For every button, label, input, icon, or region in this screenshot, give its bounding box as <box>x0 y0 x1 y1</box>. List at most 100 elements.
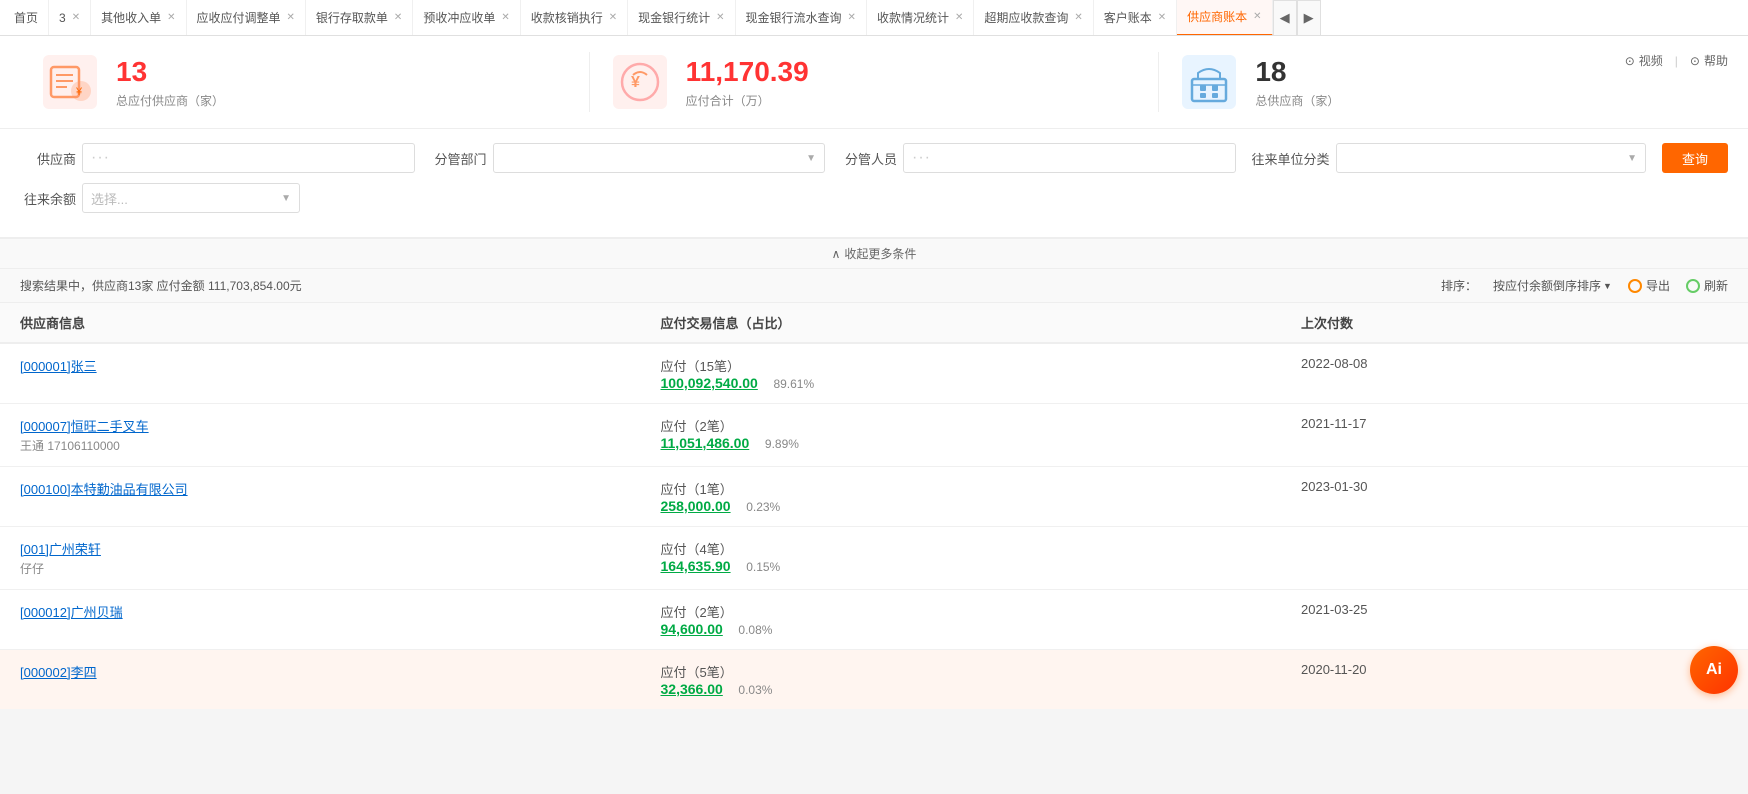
tx-amount[interactable]: 164,635.90 <box>661 558 731 574</box>
refresh-button[interactable]: 刷新 <box>1686 277 1728 294</box>
filter-row-1: 供应商 ··· 分管部门 ▼ 分管人员 ··· 往来单位分类 ▼ 查询 <box>20 143 1728 173</box>
nav-tab-other-income[interactable]: 其他收入单 ✕ <box>91 0 186 36</box>
table-row: [000007]恒旺二手叉车 王通 17106110000 应付（2笔） 11,… <box>0 404 1748 467</box>
tx-label: 应付（5笔） <box>661 662 1302 681</box>
close-icon[interactable]: ✕ <box>1253 11 1261 22</box>
close-icon[interactable]: ✕ <box>394 12 402 23</box>
refresh-icon <box>1686 279 1700 293</box>
tx-amount[interactable]: 258,000.00 <box>661 498 731 514</box>
supplier-link[interactable]: [000002]李四 <box>20 662 661 681</box>
export-button[interactable]: 导出 <box>1628 277 1670 294</box>
close-icon[interactable]: ✕ <box>1158 12 1166 23</box>
help-link[interactable]: ⊙ 帮助 <box>1690 52 1728 69</box>
video-link[interactable]: ⊙ 视频 <box>1625 52 1663 69</box>
category-input[interactable]: ▼ <box>1336 143 1646 173</box>
last-payment-date: 2022-08-08 <box>1301 356 1368 371</box>
summary-card-payable-suppliers: ¥ 13 总应付供应商（家） <box>20 52 589 112</box>
supplier-info-cell: [000001]张三 <box>20 356 661 375</box>
last-payment-date: 2020-11-20 <box>1301 662 1367 677</box>
filter-row-2: 往来余额 选择... ▼ <box>20 183 1728 213</box>
supplier-link[interactable]: [000012]广州贝瑞 <box>20 602 661 621</box>
svg-text:¥: ¥ <box>75 86 83 98</box>
supplier-sub: 王通 17106110000 <box>20 437 661 454</box>
help-icon: ⊙ <box>1690 54 1700 68</box>
chevron-up-icon: ∧ <box>832 247 841 261</box>
last-payment-cell: 2020-11-20 <box>1301 662 1728 677</box>
result-summary-text: 搜索结果中，供应商13家 应付金额 111,703,854.00元 <box>20 277 302 294</box>
supplier-sub: 仔仔 <box>20 560 661 577</box>
tx-pct: 0.03% <box>738 683 772 697</box>
result-bar: 搜索结果中，供应商13家 应付金额 111,703,854.00元 排序： 按应… <box>0 269 1748 303</box>
nav-tab-adjust[interactable]: 应收应付调整单 ✕ <box>187 0 306 36</box>
nav-tab-collection[interactable]: 收款核销执行 ✕ <box>521 0 628 36</box>
filter-person: 分管人员 ··· <box>841 143 1236 173</box>
table-row: [000001]张三 应付（15笔） 100,092,540.00 89.61%… <box>0 344 1748 404</box>
tx-pct: 0.15% <box>746 560 780 574</box>
tx-label: 应付（4笔） <box>661 539 1302 558</box>
tx-amount[interactable]: 100,092,540.00 <box>661 375 758 391</box>
supplier-link[interactable]: [000007]恒旺二手叉车 <box>20 416 661 435</box>
nav-tab-home[interactable]: 首页 <box>4 0 49 36</box>
summary-actions: ⊙ 视频 | ⊙ 帮助 <box>1625 52 1728 69</box>
total-suppliers-icon <box>1179 52 1239 112</box>
close-icon[interactable]: ✕ <box>72 12 80 23</box>
close-icon[interactable]: ✕ <box>955 12 963 23</box>
close-icon[interactable]: ✕ <box>609 12 617 23</box>
tx-amount[interactable]: 94,600.00 <box>661 621 723 637</box>
transaction-cell: 应付（5笔） 32,366.00 0.03% <box>661 662 1302 697</box>
close-icon[interactable]: ✕ <box>848 12 856 23</box>
chevron-down-icon: ▼ <box>806 153 816 164</box>
sort-select[interactable]: 按应付余额倒序排序 ▼ <box>1493 277 1612 294</box>
close-icon[interactable]: ✕ <box>501 12 509 23</box>
supplier-link[interactable]: [000001]张三 <box>20 356 661 375</box>
tx-label: 应付（1笔） <box>661 479 1302 498</box>
filter-supplier: 供应商 ··· <box>20 143 415 173</box>
filter-balance: 往来余额 选择... ▼ <box>20 183 300 213</box>
supplier-link[interactable]: [000100]本特勤油品有限公司 <box>20 479 661 498</box>
export-icon <box>1628 279 1642 293</box>
nav-tab-customer-ledger[interactable]: 客户账本 ✕ <box>1094 0 1177 36</box>
last-payment-cell: 2021-03-25 <box>1301 602 1728 617</box>
nav-prev-arrow[interactable]: ◀ <box>1273 0 1297 36</box>
nav-tab-cash-flow[interactable]: 现金银行流水查询 ✕ <box>736 0 867 36</box>
supplier-input[interactable]: ··· <box>82 143 415 173</box>
close-icon[interactable]: ✕ <box>1074 12 1082 23</box>
summary-section: ¥ 13 总应付供应商（家） ¥ 11,170.39 应付合计（万） <box>0 36 1748 129</box>
col-header-last-payment: 上次付数 <box>1301 313 1728 332</box>
collapse-bar[interactable]: ∧ 收起更多条件 <box>0 238 1748 269</box>
person-input[interactable]: ··· <box>903 143 1236 173</box>
nav-tab-payment-stat[interactable]: 收款情况统计 ✕ <box>867 0 974 36</box>
supplier-info-cell: [000012]广州贝瑞 <box>20 602 661 621</box>
nav-tab-bank[interactable]: 银行存取款单 ✕ <box>306 0 413 36</box>
supplier-info-cell: [000002]李四 <box>20 662 661 681</box>
payable-suppliers-icon: ¥ <box>40 52 100 112</box>
summary-info-3: 18 总供应商（家） <box>1255 55 1339 110</box>
close-icon[interactable]: ✕ <box>716 12 724 23</box>
last-payment-date: 2021-03-25 <box>1301 602 1368 617</box>
table-row: [000100]本特勤油品有限公司 应付（1笔） 258,000.00 0.23… <box>0 467 1748 527</box>
top-nav: 首页 3 ✕ 其他收入单 ✕ 应收应付调整单 ✕ 银行存取款单 ✕ 预收冲应收单… <box>0 0 1748 36</box>
col-header-supplier: 供应商信息 <box>20 313 661 332</box>
table-header: 供应商信息 应付交易信息（占比） 上次付数 <box>0 303 1748 344</box>
close-icon[interactable]: ✕ <box>287 12 295 23</box>
transaction-cell: 应付（2笔） 94,600.00 0.08% <box>661 602 1302 637</box>
close-icon[interactable]: ✕ <box>167 12 175 23</box>
nav-tab-supplier-ledger[interactable]: 供应商账本 ✕ <box>1177 0 1272 36</box>
nav-tab-advance[interactable]: 预收冲应收单 ✕ <box>413 0 520 36</box>
svg-text:¥: ¥ <box>631 74 640 91</box>
chevron-down-icon: ▼ <box>1627 153 1637 164</box>
query-button[interactable]: 查询 <box>1662 143 1728 173</box>
supplier-link[interactable]: [001]广州荣轩 <box>20 539 661 558</box>
nav-tab-cash-stat[interactable]: 现金银行统计 ✕ <box>628 0 735 36</box>
nav-tab-3[interactable]: 3 ✕ <box>49 0 91 36</box>
nav-next-arrow[interactable]: ▶ <box>1297 0 1321 36</box>
tx-amount[interactable]: 11,051,486.00 <box>661 435 750 451</box>
tx-pct: 89.61% <box>773 377 814 391</box>
table-section: 供应商信息 应付交易信息（占比） 上次付数 [000001]张三 应付（15笔）… <box>0 303 1748 709</box>
tx-amount[interactable]: 32,366.00 <box>661 681 723 697</box>
dept-input[interactable]: ▼ <box>493 143 826 173</box>
summary-info-1: 13 总应付供应商（家） <box>116 55 224 110</box>
balance-input[interactable]: 选择... ▼ <box>82 183 300 213</box>
ai-button[interactable]: Ai <box>1690 646 1738 694</box>
nav-tab-overdue[interactable]: 超期应收款查询 ✕ <box>974 0 1093 36</box>
